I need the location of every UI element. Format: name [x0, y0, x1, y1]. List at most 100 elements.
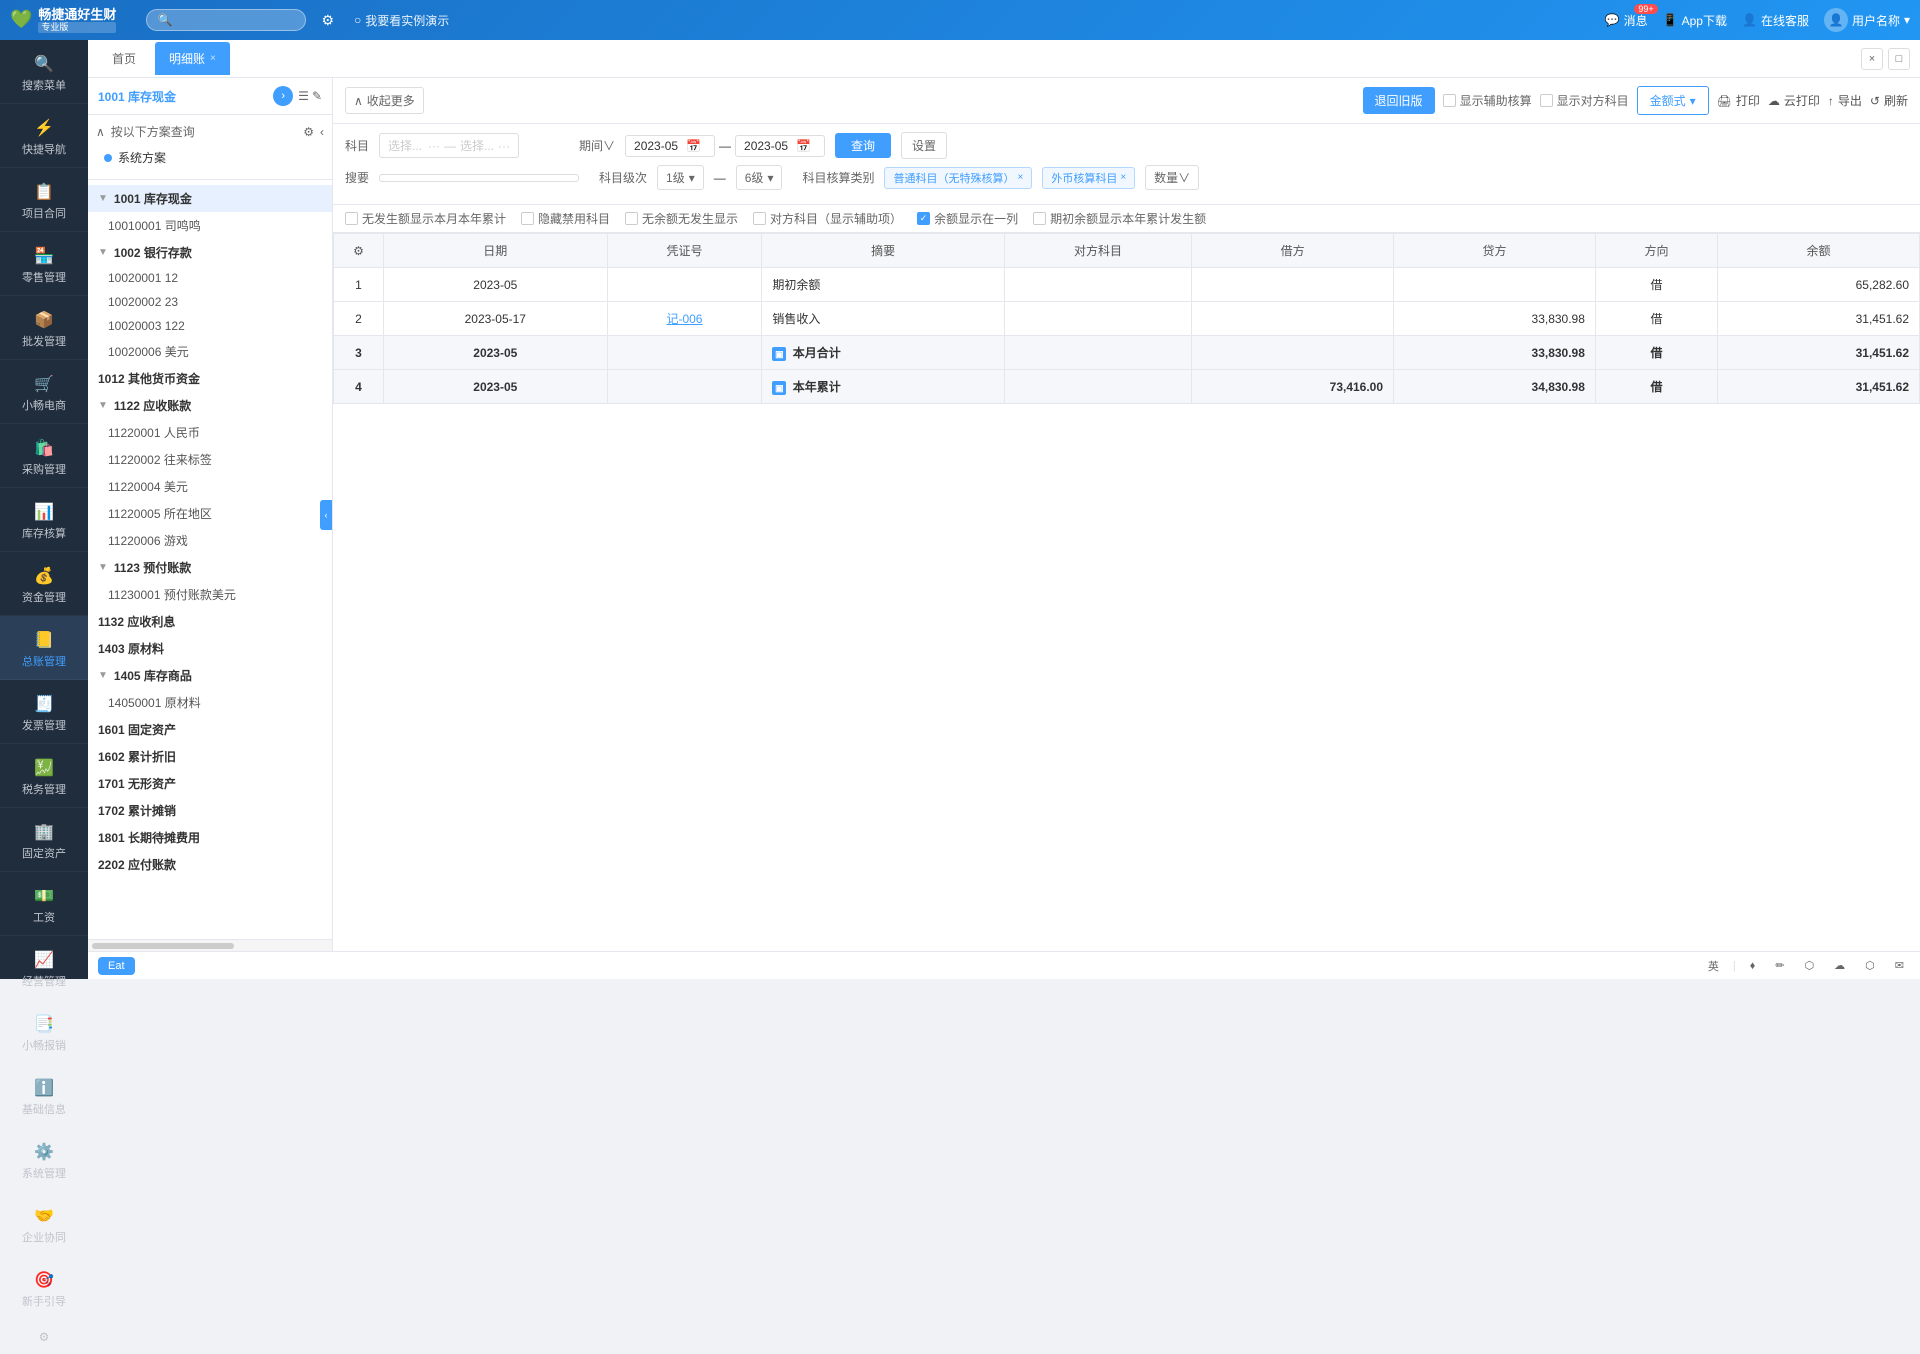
col-opposite[interactable]: 对方科目 — [1004, 234, 1191, 268]
status-btn-3[interactable]: ⬡ — [1799, 957, 1821, 974]
sidebar-item-salary[interactable]: 💵 工资 — [0, 872, 88, 936]
tree-item-11220006[interactable]: 11220006 游戏 — [88, 527, 332, 554]
sidebar-item-fixed-assets[interactable]: 🏢 固定资产 — [0, 808, 88, 872]
sidebar-item-report[interactable]: 📑 小畅报销 — [0, 1000, 88, 1064]
query-collapse-btn[interactable]: ‹ — [320, 125, 324, 139]
tree-item-10020001[interactable]: 10020001 12 — [88, 266, 332, 290]
show-opposite-checkbox[interactable]: 显示对方科目 — [1540, 92, 1629, 109]
col-credit[interactable]: 贷方 — [1394, 234, 1596, 268]
query-btn[interactable]: 查询 — [835, 133, 891, 158]
sidebar-item-inventory[interactable]: 📊 库存核算 — [0, 488, 88, 552]
app-download-btn[interactable]: 📱 App下载 — [1663, 12, 1727, 29]
sidebar-item-coop[interactable]: 🤝 企业协同 — [0, 1192, 88, 1256]
refresh-btn[interactable]: ↺ 刷新 — [1870, 92, 1908, 109]
sidebar-item-quick-nav[interactable]: ⚡ 快捷导航 — [0, 104, 88, 168]
type-quantity-select[interactable]: 数量∨ — [1145, 165, 1199, 190]
no-amount-checkbox[interactable]: 无余额无发生显示 — [625, 210, 738, 227]
period-start-input[interactable]: 2023-05 📅 — [625, 135, 715, 157]
tree-list-icon[interactable]: ☰ — [298, 89, 309, 103]
sidebar-item-capital[interactable]: 💰 资金管理 — [0, 552, 88, 616]
chat-status-btn[interactable]: Eat — [98, 957, 135, 975]
tree-item-1701[interactable]: 1701 无形资产 — [88, 770, 332, 797]
tab-close-btn[interactable]: × — [210, 53, 216, 64]
sidebar-item-purchase[interactable]: 🛍️ 采购管理 — [0, 424, 88, 488]
tab-close-all[interactable]: × — [1861, 48, 1883, 70]
period-end-input[interactable]: 2023-05 📅 — [735, 135, 825, 157]
col-balance[interactable]: 余额 — [1718, 234, 1920, 268]
tree-scrollbar[interactable] — [88, 939, 332, 951]
tree-edit-icon[interactable]: ✎ — [312, 89, 322, 103]
type-foreign-tag[interactable]: 外币核算科目 × — [1042, 167, 1135, 189]
balance-in-one-col-checkbox[interactable]: ✓ 余额显示在一列 — [917, 210, 1018, 227]
amount-format-btn[interactable]: 金额式 ▾ — [1637, 86, 1709, 115]
lang-btn[interactable]: 英 — [1702, 956, 1725, 976]
tree-item-1001[interactable]: ▼ 1001 库存现金 — [88, 185, 332, 212]
type-foreign-close[interactable]: × — [1120, 172, 1126, 183]
show-ytd-checkbox[interactable]: 期初余额显示本年累计发生额 — [1033, 210, 1206, 227]
tree-item-1122[interactable]: ▼ 1122 应收账款 — [88, 392, 332, 419]
sidebar-item-project[interactable]: 📋 项目合同 — [0, 168, 88, 232]
search-input[interactable] — [177, 13, 297, 27]
tree-item-1403[interactable]: 1403 原材料 — [88, 635, 332, 662]
sidebar-item-search[interactable]: 🔍 搜索菜单 — [0, 40, 88, 104]
tree-item-11220001[interactable]: 11220001 人民币 — [88, 419, 332, 446]
tab-home[interactable]: 首页 — [98, 42, 150, 75]
status-btn-4[interactable]: ☁ — [1828, 957, 1851, 974]
top-search-box[interactable]: 🔍 — [146, 9, 306, 31]
no-balance-checkbox[interactable]: 无发生额显示本月本年累计 — [345, 210, 506, 227]
level-from-select[interactable]: 1级 ▾ — [657, 165, 704, 190]
status-btn-6[interactable]: ✉ — [1889, 957, 1910, 974]
online-service-btn[interactable]: 👤 在线客服 — [1742, 12, 1809, 29]
tab-detail[interactable]: 明细账 × — [155, 42, 230, 75]
level-to-select[interactable]: 6级 ▾ — [736, 165, 783, 190]
messages-btn[interactable]: 💬 消息 99+ — [1605, 12, 1648, 29]
summary-input[interactable] — [379, 174, 579, 182]
type-normal-close[interactable]: × — [1017, 172, 1023, 183]
user-btn[interactable]: 👤 用户名称 ▾ — [1824, 8, 1910, 32]
col-direction[interactable]: 方向 — [1595, 234, 1717, 268]
sidebar-item-operations[interactable]: 📈 经营管理 — [0, 936, 88, 1000]
sidebar-item-basic[interactable]: ℹ️ 基础信息 — [0, 1064, 88, 1128]
sidebar-item-invoice[interactable]: 🧾 发票管理 — [0, 680, 88, 744]
sidebar-settings[interactable]: ⚙ — [0, 1320, 88, 1354]
status-btn-1[interactable]: ♦ — [1744, 958, 1762, 974]
sidebar-item-ecommerce[interactable]: 🛒 小畅电商 — [0, 360, 88, 424]
sidebar-item-system[interactable]: ⚙️ 系统管理 — [0, 1128, 88, 1192]
tree-item-14050001[interactable]: 14050001 原材料 — [88, 689, 332, 716]
settings-btn[interactable]: ⚙ — [321, 12, 334, 29]
sidebar-item-wholesale[interactable]: 📦 批发管理 — [0, 296, 88, 360]
tree-item-1405[interactable]: ▼ 1405 库存商品 — [88, 662, 332, 689]
tree-item-1012[interactable]: 1012 其他货币资金 — [88, 365, 332, 392]
panel-collapse-btn[interactable]: ‹ — [320, 500, 332, 530]
col-summary[interactable]: 摘要 — [762, 234, 1005, 268]
query-settings-icon[interactable]: ⚙ — [303, 125, 314, 139]
tree-item-1702[interactable]: 1702 累计摊销 — [88, 797, 332, 824]
query-system-plan[interactable]: 系统方案 — [96, 144, 324, 171]
print-btn[interactable]: 🖨 打印 — [1717, 92, 1760, 109]
sidebar-item-ledger[interactable]: 📒 总账管理 — [0, 616, 88, 680]
sidebar-item-guide[interactable]: 🎯 新手引导 — [0, 1256, 88, 1320]
tree-item-10020003[interactable]: 10020003 122 — [88, 314, 332, 338]
tree-item-1801[interactable]: 1801 长期待摊费用 — [88, 824, 332, 851]
col-debit[interactable]: 借方 — [1192, 234, 1394, 268]
settings-btn-filter[interactable]: 设置 — [901, 132, 947, 159]
more-btn[interactable]: ∧ 收起更多 — [345, 87, 424, 114]
cloud-print-btn[interactable]: ☁ 云打印 — [1768, 92, 1820, 109]
voucher-link[interactable]: 记-006 — [666, 312, 702, 326]
tree-item-1602[interactable]: 1602 累计折旧 — [88, 743, 332, 770]
tree-item-10010001[interactable]: 10010001 司鸣鸣 — [88, 212, 332, 239]
back-old-version-btn[interactable]: 退回旧版 — [1363, 87, 1435, 114]
account-next-btn[interactable]: › — [273, 86, 293, 106]
tree-item-1132[interactable]: 1132 应收利息 — [88, 608, 332, 635]
tree-item-11220004[interactable]: 11220004 美元 — [88, 473, 332, 500]
export-btn[interactable]: ↑ 导出 — [1828, 92, 1862, 109]
tree-item-11220005[interactable]: 11220005 所在地区 — [88, 500, 332, 527]
hide-inactive-checkbox[interactable]: 隐藏禁用科目 — [521, 210, 610, 227]
tree-item-11230001[interactable]: 11230001 预付账款美元 — [88, 581, 332, 608]
col-date[interactable]: 日期 — [384, 234, 608, 268]
status-btn-5[interactable]: ⬡ — [1859, 957, 1881, 974]
tree-item-10020002[interactable]: 10020002 23 — [88, 290, 332, 314]
tab-maximize[interactable]: □ — [1888, 48, 1910, 70]
opposite-subject-checkbox[interactable]: 对方科目（显示辅助项） — [753, 210, 902, 227]
col-settings[interactable]: ⚙ — [334, 234, 384, 268]
